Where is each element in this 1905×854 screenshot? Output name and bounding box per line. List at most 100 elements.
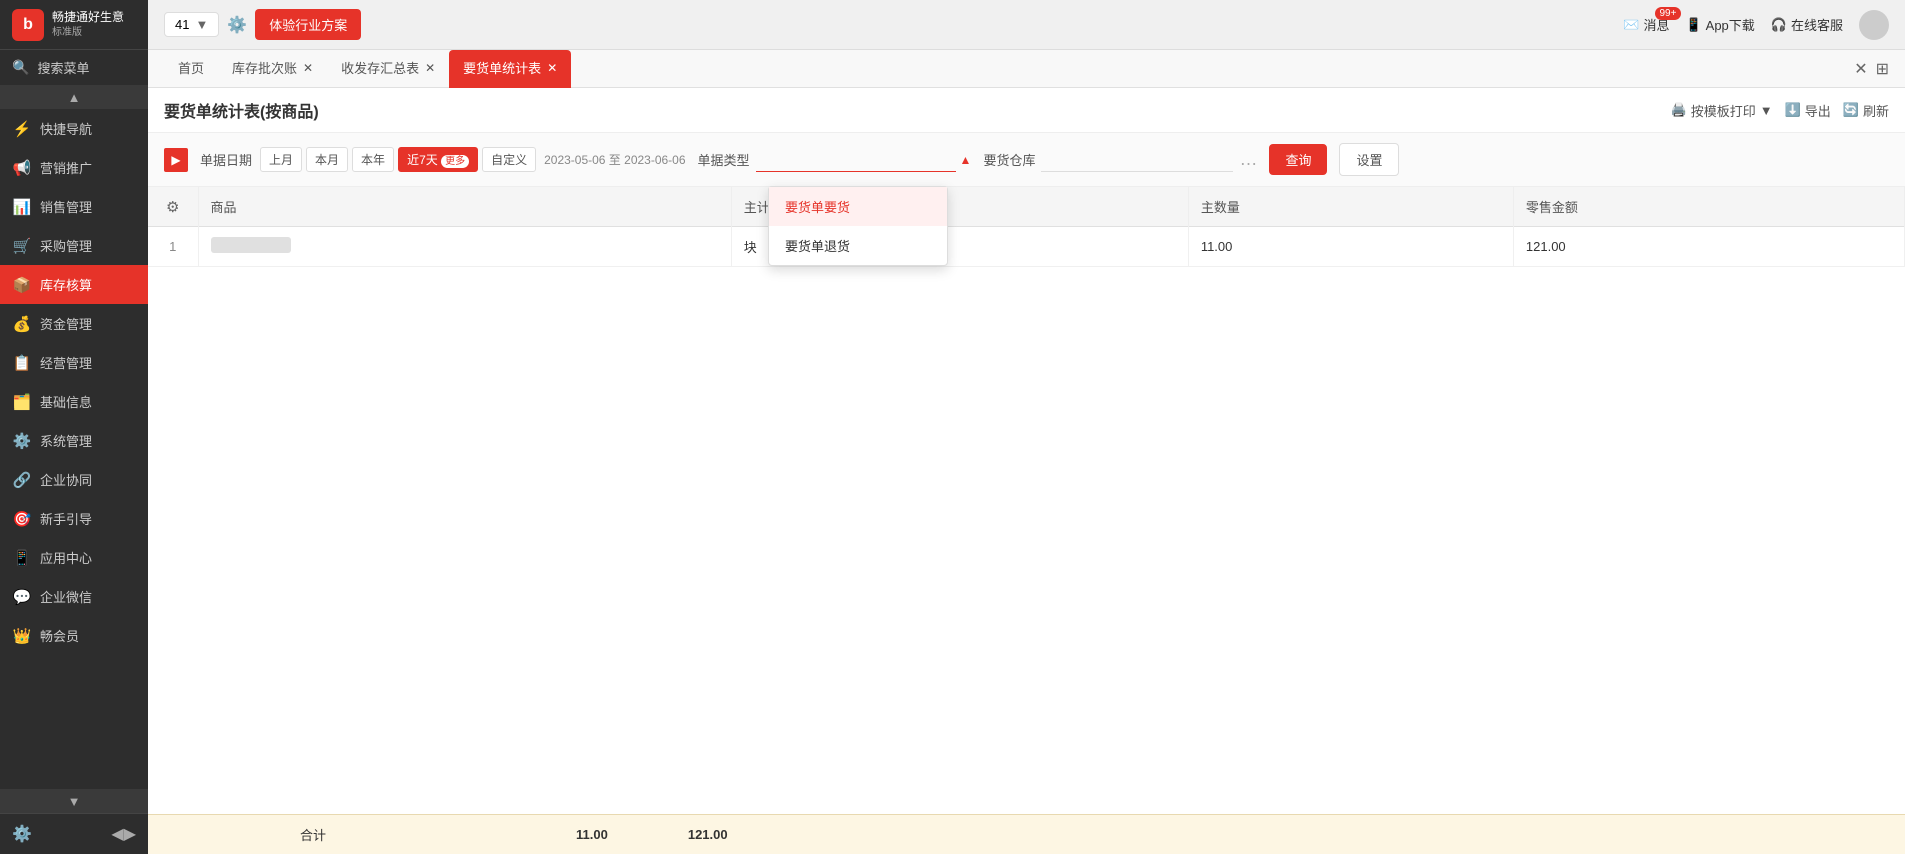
tab-requisition-stat[interactable]: 要货单统计表 ✕ xyxy=(449,50,571,88)
notif-btn[interactable]: ✉️ 消息 99+ xyxy=(1623,15,1669,34)
app-name: 畅捷通好生意 xyxy=(52,10,124,26)
print-icon: 🖨️ xyxy=(1671,102,1687,118)
last-7days-btn[interactable]: 近7天 更多 xyxy=(398,147,478,172)
sidebar-item-quick-nav[interactable]: ⚡ 快捷导航 xyxy=(0,109,148,148)
sidebar-item-guide[interactable]: 🎯 新手引导 xyxy=(0,499,148,538)
sidebar: b 畅捷通好生意 标准版 🔍 搜索菜单 ▲ ⚡ 快捷导航 📢 营销推广 📊 销售… xyxy=(0,0,148,854)
trial-btn[interactable]: 体验行业方案 xyxy=(255,9,361,40)
data-table-container: ⚙ 商品 主计量单位 主数量 零售金额 1 块 11.00 xyxy=(148,187,1905,814)
chevron-down-icon: ▼ xyxy=(195,17,208,32)
filter-expand-btn[interactable]: ▶ xyxy=(164,148,188,172)
sidebar-item-marketing[interactable]: 📢 营销推广 xyxy=(0,148,148,187)
app-download-icon: 📱 xyxy=(1685,17,1701,33)
app-center-icon: 📱 xyxy=(12,549,32,567)
header-actions: 🖨️ 按模板打印 ▼ ⬇️ 导出 🔄 刷新 xyxy=(1671,101,1889,120)
type-filter-group: 单据类型 ▲ xyxy=(698,148,972,172)
sidebar-item-wechat[interactable]: 💬 企业微信 xyxy=(0,577,148,616)
minimize-icon[interactable]: ✕ xyxy=(1854,59,1867,79)
type-select-wrapper: ▲ xyxy=(756,148,972,172)
user-avatar[interactable] xyxy=(1859,10,1889,40)
notif-badge: 99+ xyxy=(1655,7,1682,20)
sidebar-item-inventory[interactable]: 📦 库存核算 xyxy=(0,265,148,304)
query-btn[interactable]: 查询 xyxy=(1269,144,1327,175)
guide-icon: 🎯 xyxy=(12,510,32,528)
selector-value: 41 xyxy=(175,17,189,32)
app-download-label: App下载 xyxy=(1706,15,1755,34)
dropdown-item-requisition-in[interactable]: 要货单要货 xyxy=(769,187,947,226)
dropdown-item-requisition-out[interactable]: 要货单退货 xyxy=(769,226,947,265)
last-month-btn[interactable]: 上月 xyxy=(260,147,302,172)
sidebar-item-label: 应用中心 xyxy=(40,548,92,567)
print-btn[interactable]: 🖨️ 按模板打印 ▼ xyxy=(1671,101,1773,120)
sidebar-item-finance[interactable]: 💰 资金管理 xyxy=(0,304,148,343)
date-buttons: 上月 本月 本年 近7天 更多 自定义 xyxy=(260,147,536,172)
enterprise-icon: 🔗 xyxy=(12,471,32,489)
notif-icon: ✉️ xyxy=(1623,17,1639,33)
sidebar-item-system[interactable]: ⚙️ 系统管理 xyxy=(0,421,148,460)
sidebar-item-basic-info[interactable]: 🗂️ 基础信息 xyxy=(0,382,148,421)
operations-icon: 📋 xyxy=(12,354,32,372)
tab-close-requisition-stat[interactable]: ✕ xyxy=(547,61,557,75)
sidebar-item-label: 资金管理 xyxy=(40,314,92,333)
sidebar-item-member[interactable]: 👑 畅会员 xyxy=(0,616,148,655)
export-icon: ⬇️ xyxy=(1785,102,1801,118)
search-menu[interactable]: 🔍 搜索菜单 xyxy=(0,50,148,85)
tab-inventory-batch[interactable]: 库存批次账 ✕ xyxy=(218,50,327,88)
product-name-blurred xyxy=(211,237,291,253)
tab-close-receive-summary[interactable]: ✕ xyxy=(425,61,435,75)
table-header-row: ⚙ 商品 主计量单位 主数量 零售金额 xyxy=(148,187,1905,227)
company-selector[interactable]: 41 ▼ xyxy=(164,12,219,37)
refresh-btn[interactable]: 🔄 刷新 xyxy=(1843,101,1889,120)
topbar-gear-icon[interactable]: ⚙️ xyxy=(227,15,247,35)
table-row: 1 块 11.00 121.00 xyxy=(148,227,1905,267)
tab-receive-summary[interactable]: 收发存汇总表 ✕ xyxy=(327,50,449,88)
type-select-chevron-icon[interactable]: ▲ xyxy=(960,153,972,167)
sidebar-bottom: ⚙️ ◀▶ xyxy=(0,813,148,854)
sidebar-item-operations[interactable]: 📋 经营管理 xyxy=(0,343,148,382)
sidebar-item-label: 企业协同 xyxy=(40,470,92,489)
warehouse-input[interactable] xyxy=(1041,148,1233,172)
column-amount: 零售金额 xyxy=(1513,187,1904,227)
column-qty: 主数量 xyxy=(1188,187,1513,227)
collapse-icon[interactable]: ◀▶ xyxy=(111,824,136,844)
sidebar-scroll-down[interactable]: ▼ xyxy=(0,789,148,813)
marketing-icon: 📢 xyxy=(12,159,32,177)
sidebar-item-label: 营销推广 xyxy=(40,158,92,177)
custom-btn[interactable]: 自定义 xyxy=(482,147,536,172)
settings-btn[interactable]: 设置 xyxy=(1339,143,1399,176)
this-year-btn[interactable]: 本年 xyxy=(352,147,394,172)
topbar-right: ✉️ 消息 99+ 📱 App下载 🎧 在线客服 xyxy=(1623,10,1889,40)
sidebar-item-label: 基础信息 xyxy=(40,392,92,411)
app-download-btn[interactable]: 📱 App下载 xyxy=(1685,15,1754,34)
type-select-input[interactable] xyxy=(756,148,956,172)
row-product xyxy=(198,227,731,267)
finance-icon: 💰 xyxy=(12,315,32,333)
maximize-icon[interactable]: ⊞ xyxy=(1876,59,1889,79)
sidebar-item-label: 采购管理 xyxy=(40,236,92,255)
sidebar-item-sales[interactable]: 📊 销售管理 xyxy=(0,187,148,226)
table-body: 1 块 11.00 121.00 xyxy=(148,227,1905,267)
type-filter-label: 单据类型 xyxy=(698,150,750,169)
date-range-display: 2023-05-06 至 2023-06-06 xyxy=(544,151,685,168)
sidebar-item-label: 企业微信 xyxy=(40,587,92,606)
date-filter-label: 单据日期 xyxy=(200,150,252,169)
column-settings-gear[interactable]: ⚙ xyxy=(148,187,198,227)
sidebar-scroll-up[interactable]: ▲ xyxy=(0,85,148,109)
sidebar-item-purchase[interactable]: 🛒 采购管理 xyxy=(0,226,148,265)
tab-close-inventory-batch[interactable]: ✕ xyxy=(303,61,313,75)
sidebar-item-enterprise[interactable]: 🔗 企业协同 xyxy=(0,460,148,499)
page-content: 要货单统计表(按商品) 🖨️ 按模板打印 ▼ ⬇️ 导出 🔄 刷新 ▶ xyxy=(148,88,1905,854)
tab-home[interactable]: 首页 xyxy=(164,50,218,88)
type-dropdown: 要货单要货 要货单退货 xyxy=(768,186,948,266)
sidebar-item-app-center[interactable]: 📱 应用中心 xyxy=(0,538,148,577)
page-title: 要货单统计表(按商品) xyxy=(164,98,319,122)
warehouse-more-icon[interactable]: … xyxy=(1239,149,1257,170)
row-amount: 121.00 xyxy=(1513,227,1904,267)
page-header: 要货单统计表(按商品) 🖨️ 按模板打印 ▼ ⬇️ 导出 🔄 刷新 xyxy=(148,88,1905,133)
row-qty: 11.00 xyxy=(1188,227,1513,267)
online-service-btn[interactable]: 🎧 在线客服 xyxy=(1771,15,1843,34)
this-month-btn[interactable]: 本月 xyxy=(306,147,348,172)
settings-icon[interactable]: ⚙️ xyxy=(12,824,32,844)
window-controls: ✕ ⊞ xyxy=(1854,59,1889,79)
export-btn[interactable]: ⬇️ 导出 xyxy=(1785,101,1831,120)
